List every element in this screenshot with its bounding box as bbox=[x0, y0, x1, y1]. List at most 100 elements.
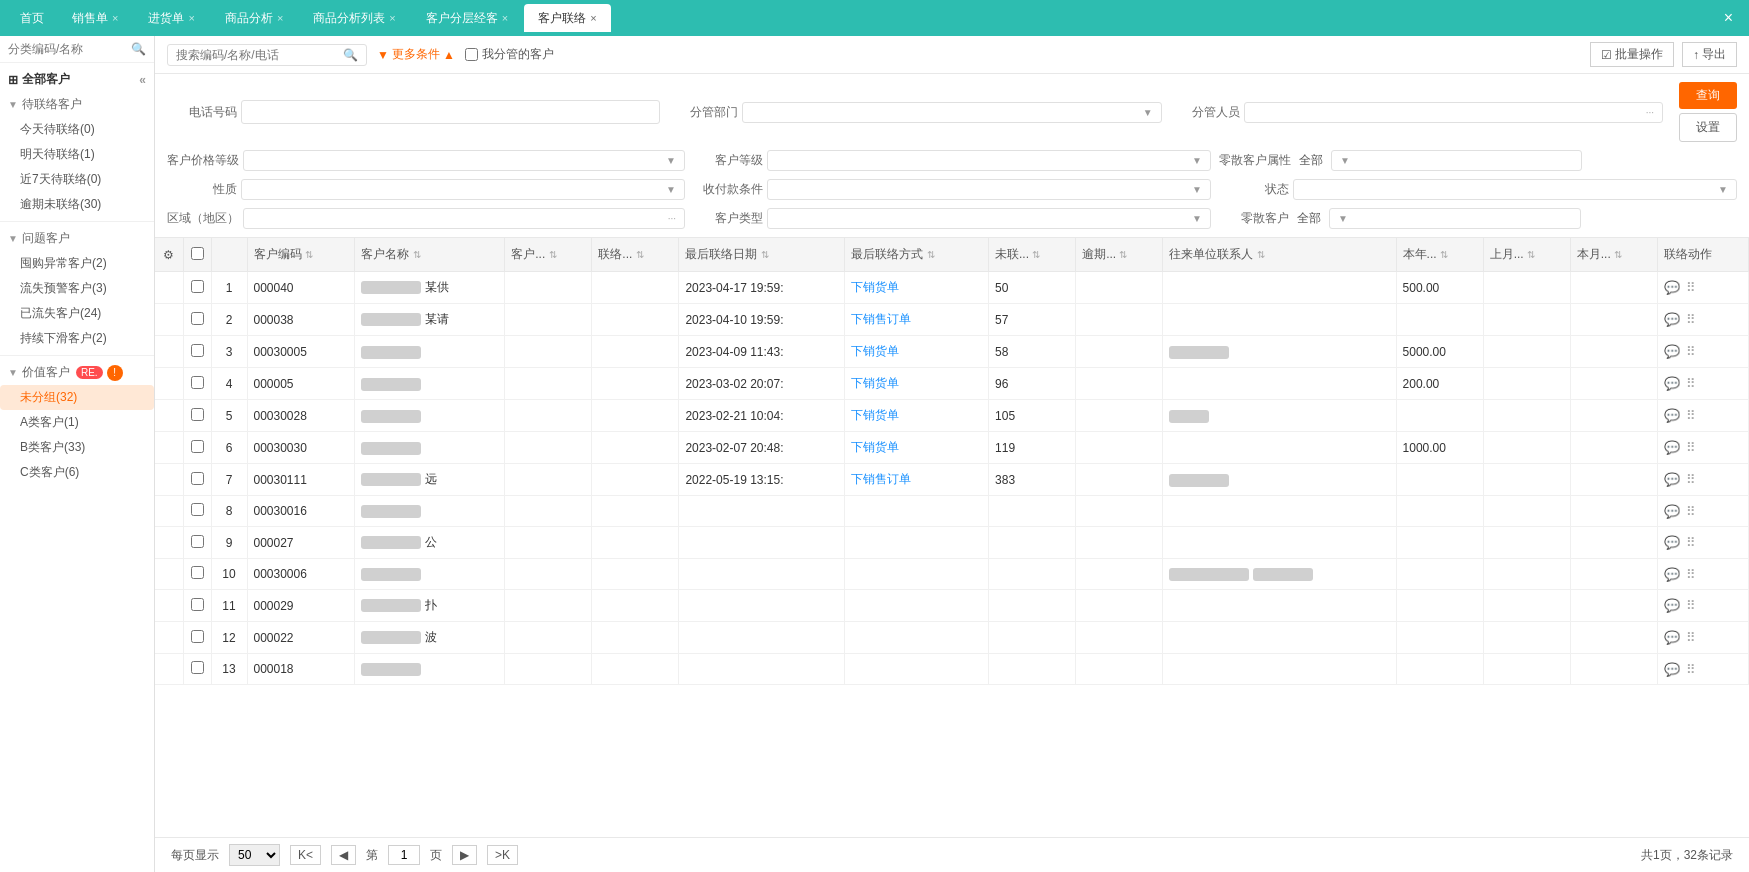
row-checkbox[interactable] bbox=[191, 472, 204, 485]
more-icon[interactable]: ⠿ bbox=[1686, 344, 1696, 359]
name-header[interactable]: 客户名称 ⇅ bbox=[355, 238, 505, 272]
row-checkbox[interactable] bbox=[191, 280, 204, 293]
close-icon[interactable]: × bbox=[590, 12, 596, 24]
chat-icon[interactable]: 💬 bbox=[1664, 630, 1680, 645]
last-method-cell[interactable]: 下销货单 bbox=[845, 336, 989, 368]
payment-select[interactable]: ▼ bbox=[767, 179, 1211, 200]
search-icon[interactable]: 🔍 bbox=[343, 48, 358, 62]
reset-button[interactable]: 设置 bbox=[1679, 113, 1737, 142]
checkbox-cell[interactable] bbox=[183, 496, 211, 527]
sidebar-item-class-a[interactable]: A类客户(1) bbox=[0, 410, 154, 435]
checkbox-cell[interactable] bbox=[183, 368, 211, 400]
page-number-input[interactable] bbox=[388, 845, 420, 865]
sidebar-item-class-c[interactable]: C类客户(6) bbox=[0, 460, 154, 485]
row-checkbox[interactable] bbox=[191, 503, 204, 516]
checkbox-cell[interactable] bbox=[183, 622, 211, 654]
last-method-cell[interactable]: 下销货单 bbox=[845, 432, 989, 464]
checkbox-header[interactable] bbox=[183, 238, 211, 272]
more-icon[interactable]: ⠿ bbox=[1686, 630, 1696, 645]
more-icon[interactable]: ⠿ bbox=[1686, 376, 1696, 391]
sidebar-search-input[interactable] bbox=[8, 42, 127, 56]
more-icon[interactable]: ⠿ bbox=[1686, 567, 1696, 582]
year-header[interactable]: 本年... ⇅ bbox=[1396, 238, 1483, 272]
retail-customer-select[interactable]: ▼ bbox=[1329, 208, 1581, 229]
tab-product-analysis-list[interactable]: 商品分析列表 × bbox=[299, 4, 409, 32]
last-method-header[interactable]: 最后联络方式 ⇅ bbox=[845, 238, 989, 272]
close-icon[interactable]: × bbox=[188, 12, 194, 24]
last-page-button[interactable]: >K bbox=[487, 845, 518, 865]
checkbox-cell[interactable] bbox=[183, 527, 211, 559]
dept-select[interactable]: ▼ bbox=[742, 102, 1161, 123]
phone-input[interactable] bbox=[241, 100, 660, 124]
region-select[interactable]: ··· bbox=[243, 208, 685, 229]
last-method-cell[interactable]: 下销货单 bbox=[845, 400, 989, 432]
chat-icon[interactable]: 💬 bbox=[1664, 440, 1680, 455]
sidebar-item-unclassified[interactable]: 未分组(32) bbox=[0, 385, 154, 410]
filter-search-input[interactable] bbox=[176, 48, 339, 62]
value-group-label[interactable]: ▼ 价值客户 RE. ! bbox=[0, 360, 154, 385]
checkbox-cell[interactable] bbox=[183, 654, 211, 685]
checkbox-cell[interactable] bbox=[183, 304, 211, 336]
checkbox-cell[interactable] bbox=[183, 432, 211, 464]
row-checkbox[interactable] bbox=[191, 661, 204, 674]
more-icon[interactable]: ⠿ bbox=[1686, 472, 1696, 487]
row-checkbox[interactable] bbox=[191, 440, 204, 453]
method-link[interactable]: 下销货单 bbox=[851, 344, 899, 358]
sidebar-item-churned[interactable]: 已流失客户(24) bbox=[0, 301, 154, 326]
chat-icon[interactable]: 💬 bbox=[1664, 280, 1680, 295]
more-icon[interactable]: ⠿ bbox=[1686, 312, 1696, 327]
chat-icon[interactable]: 💬 bbox=[1664, 408, 1680, 423]
row-checkbox[interactable] bbox=[191, 344, 204, 357]
select-all-checkbox[interactable] bbox=[191, 247, 204, 260]
contact-header[interactable]: 联络... ⇅ bbox=[592, 238, 679, 272]
last-method-cell[interactable] bbox=[845, 590, 989, 622]
more-icon[interactable]: ⠿ bbox=[1686, 504, 1696, 519]
chat-icon[interactable]: 💬 bbox=[1664, 344, 1680, 359]
more-icon[interactable]: ⠿ bbox=[1686, 662, 1696, 677]
close-icon[interactable]: × bbox=[277, 12, 283, 24]
page-size-select[interactable]: 50 100 200 bbox=[229, 844, 280, 866]
sidebar-item-declining[interactable]: 持续下滑客户(2) bbox=[0, 326, 154, 351]
row-checkbox[interactable] bbox=[191, 376, 204, 389]
row-checkbox[interactable] bbox=[191, 408, 204, 421]
more-icon[interactable]: ⠿ bbox=[1686, 408, 1696, 423]
last-method-cell[interactable]: 下销售订单 bbox=[845, 464, 989, 496]
batch-ops-button[interactable]: ☑ 批量操作 bbox=[1590, 42, 1674, 67]
my-customers-check[interactable] bbox=[465, 48, 478, 61]
all-customers-header[interactable]: ⊞ 全部客户 « bbox=[0, 63, 154, 92]
my-customers-checkbox[interactable]: 我分管的客户 bbox=[465, 46, 554, 63]
tab-product-analysis[interactable]: 商品分析 × bbox=[211, 4, 297, 32]
chat-icon[interactable]: 💬 bbox=[1664, 662, 1680, 677]
pending-group-label[interactable]: ▼ 待联络客户 bbox=[0, 92, 154, 117]
last-method-cell[interactable] bbox=[845, 654, 989, 685]
more-icon[interactable]: ⠿ bbox=[1686, 440, 1696, 455]
sidebar-item-week-pending[interactable]: 近7天待联络(0) bbox=[0, 167, 154, 192]
query-button[interactable]: 查询 bbox=[1679, 82, 1737, 109]
type-header[interactable]: 客户... ⇅ bbox=[505, 238, 592, 272]
unit-contact-header[interactable]: 往来单位联系人 ⇅ bbox=[1163, 238, 1396, 272]
more-icon[interactable]: ⠿ bbox=[1686, 280, 1696, 295]
manager-select[interactable]: ··· bbox=[1244, 102, 1663, 123]
close-window-icon[interactable]: × bbox=[1724, 9, 1741, 27]
checkbox-cell[interactable] bbox=[183, 336, 211, 368]
last-month-header[interactable]: 上月... ⇅ bbox=[1483, 238, 1570, 272]
checkbox-cell[interactable] bbox=[183, 272, 211, 304]
sidebar-item-class-b[interactable]: B类客户(33) bbox=[0, 435, 154, 460]
filter-search-box[interactable]: 🔍 bbox=[167, 44, 367, 66]
sidebar-item-churn-warning[interactable]: 流失预警客户(3) bbox=[0, 276, 154, 301]
tab-customer-contact[interactable]: 客户联络 × bbox=[524, 4, 610, 32]
code-header[interactable]: 客户编码 ⇅ bbox=[247, 238, 355, 272]
method-link[interactable]: 下销售订单 bbox=[851, 472, 911, 486]
price-level-select[interactable]: ▼ bbox=[243, 150, 685, 171]
chat-icon[interactable]: 💬 bbox=[1664, 567, 1680, 582]
settings-header[interactable]: ⚙ bbox=[155, 238, 183, 272]
status-select[interactable]: ▼ bbox=[1293, 179, 1737, 200]
row-checkbox[interactable] bbox=[191, 566, 204, 579]
chat-icon[interactable]: 💬 bbox=[1664, 504, 1680, 519]
chat-icon[interactable]: 💬 bbox=[1664, 312, 1680, 327]
checkbox-cell[interactable] bbox=[183, 400, 211, 432]
row-checkbox[interactable] bbox=[191, 312, 204, 325]
last-method-cell[interactable] bbox=[845, 559, 989, 590]
prev-page-button[interactable]: ◀ bbox=[331, 845, 356, 865]
retail-attr-select[interactable]: ▼ bbox=[1331, 150, 1582, 171]
